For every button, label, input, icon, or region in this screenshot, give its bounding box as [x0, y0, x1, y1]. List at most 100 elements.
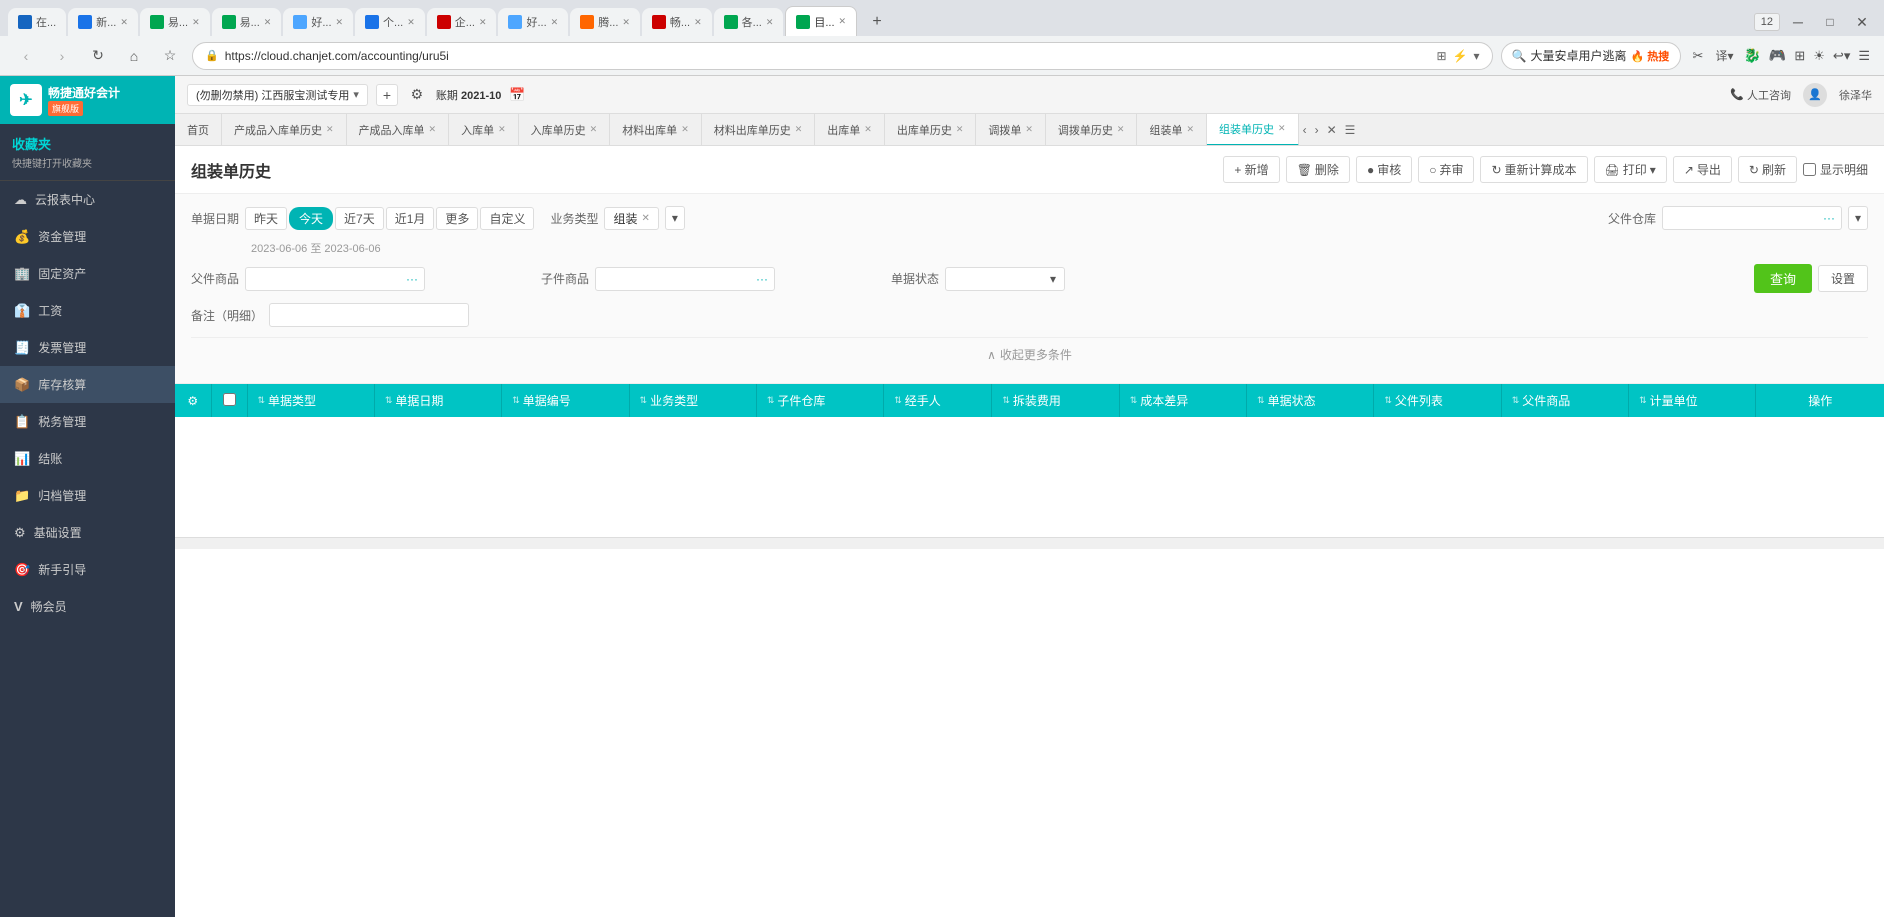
- th-parent-goods[interactable]: ⇅ 父件商品: [1501, 384, 1628, 417]
- delete-btn[interactable]: 🗑 删除: [1286, 156, 1350, 183]
- date-btn-more[interactable]: 更多: [436, 207, 478, 230]
- user-name[interactable]: 徐泽华: [1839, 87, 1872, 103]
- date-btn-custom[interactable]: 自定义: [480, 207, 534, 230]
- tab-close-5[interactable]: ✕: [681, 124, 689, 135]
- search-bar[interactable]: 🔍 大量安卓用户逃离 🔥 热搜: [1501, 42, 1681, 70]
- sidebar-item-close-account[interactable]: 📊 结账: [0, 440, 175, 477]
- tab-close-3[interactable]: ✕: [498, 124, 506, 135]
- parent-wh-ellipsis[interactable]: ···: [1823, 211, 1835, 225]
- new-tab-btn[interactable]: +: [863, 8, 891, 36]
- undo-icon[interactable]: ↩▾: [1831, 48, 1852, 64]
- print-btn[interactable]: 🖨 打印 ▾: [1594, 156, 1667, 183]
- recalculate-btn[interactable]: ↻ 重新计算成本: [1480, 156, 1587, 183]
- biz-type-tag-close[interactable]: ✕: [641, 213, 649, 224]
- tab-close-11[interactable]: ✕: [1186, 124, 1194, 135]
- tab-production-in-hist[interactable]: 产成品入库单历史✕: [222, 114, 347, 146]
- date-btn-1month[interactable]: 近1月: [386, 207, 435, 230]
- menu-icon[interactable]: ☰: [1856, 48, 1872, 64]
- sidebar-favorites[interactable]: 收藏夹 快捷键打开收藏夹: [0, 124, 175, 181]
- sidebar-item-settings[interactable]: ⚙ 基础设置: [0, 514, 175, 551]
- grid-icon[interactable]: ⊞: [1792, 48, 1807, 64]
- remark-input[interactable]: [269, 303, 469, 327]
- tab-assembly[interactable]: 组装单✕: [1137, 114, 1207, 146]
- calendar-icon[interactable]: 📅: [509, 87, 525, 103]
- status-select[interactable]: ▾: [945, 267, 1065, 291]
- th-unit[interactable]: ⇅ 计量单位: [1629, 384, 1756, 417]
- tab-in[interactable]: 入库单✕: [449, 114, 519, 146]
- forward-btn[interactable]: ›: [48, 42, 76, 70]
- help-btn[interactable]: 📞 人工咨询: [1730, 87, 1791, 103]
- tab-bar-next[interactable]: ›: [1311, 114, 1323, 146]
- tab-transfer[interactable]: 调拨单✕: [976, 114, 1046, 146]
- th-cost-diff[interactable]: ⇅ 成本差异: [1119, 384, 1246, 417]
- tab-production-in[interactable]: 产成品入库单✕: [347, 114, 450, 146]
- maximize-btn[interactable]: □: [1816, 8, 1844, 36]
- tab-close-4[interactable]: ✕: [590, 124, 598, 135]
- parent-goods-ellipsis[interactable]: ···: [406, 272, 418, 286]
- query-btn[interactable]: 查询: [1754, 264, 1812, 293]
- dropdown-icon[interactable]: ▾: [1474, 49, 1480, 63]
- date-btn-yesterday[interactable]: 昨天: [245, 207, 287, 230]
- new-btn[interactable]: + 新增: [1223, 156, 1279, 183]
- user-avatar[interactable]: 👤: [1803, 83, 1827, 107]
- tab-bar-menu[interactable]: ☰: [1341, 114, 1360, 146]
- parent-goods-input[interactable]: ···: [245, 267, 425, 291]
- tab-out-hist[interactable]: 出库单历史✕: [885, 114, 977, 146]
- th-order-date[interactable]: ⇅ 单据日期: [374, 384, 501, 417]
- home-btn[interactable]: ⌂: [120, 42, 148, 70]
- brightness-icon[interactable]: ☀: [1811, 48, 1827, 64]
- sidebar-item-reports[interactable]: ☁ 云报表中心: [0, 181, 175, 218]
- th-disassemble-cost[interactable]: ⇅ 拆装费用: [992, 384, 1119, 417]
- address-bar[interactable]: 🔒 https://cloud.chanjet.com/accounting/u…: [192, 42, 1493, 70]
- add-company-btn[interactable]: +: [376, 84, 398, 106]
- th-handler[interactable]: ⇅ 经手人: [884, 384, 992, 417]
- sidebar-item-archive[interactable]: 📁 归档管理: [0, 477, 175, 514]
- set-btn[interactable]: 设置: [1818, 265, 1868, 292]
- gear-btn[interactable]: ⚙: [406, 84, 428, 106]
- date-btn-today[interactable]: 今天: [289, 207, 333, 230]
- abandon-btn[interactable]: ○ 弃审: [1418, 156, 1474, 183]
- sidebar-item-tax[interactable]: 📋 税务管理: [0, 403, 175, 440]
- emoji-icon[interactable]: 🐉: [1741, 47, 1762, 64]
- date-btn-7days[interactable]: 近7天: [335, 207, 384, 230]
- tab-material-out-hist[interactable]: 材料出库单历史✕: [702, 114, 816, 146]
- tab-in-hist[interactable]: 入库单历史✕: [519, 114, 611, 146]
- tab-assembly-hist[interactable]: 组装单历史✕: [1207, 114, 1299, 146]
- sidebar-item-assets[interactable]: 🏢 固定资产: [0, 255, 175, 292]
- th-checkbox[interactable]: [211, 384, 247, 417]
- tab-close-all[interactable]: ✕: [1323, 114, 1341, 146]
- tab-close-1[interactable]: ✕: [326, 124, 334, 135]
- th-order-no[interactable]: ⇅ 单据编号: [502, 384, 629, 417]
- company-selector[interactable]: (勿删勿禁用) 江西服宝测试专用 ▾: [187, 84, 368, 106]
- tab-close-10[interactable]: ✕: [1117, 124, 1125, 135]
- sidebar-item-guide[interactable]: 🎯 新手引导: [0, 551, 175, 588]
- browser-tab-7[interactable]: 好... ✕: [498, 8, 568, 36]
- th-order-type[interactable]: ⇅ 单据类型: [247, 384, 374, 417]
- audit-btn[interactable]: ● 审核: [1356, 156, 1412, 183]
- tab-bar-prev[interactable]: ‹: [1299, 114, 1311, 146]
- th-settings[interactable]: ⚙: [175, 384, 211, 417]
- tab-close-9[interactable]: ✕: [1025, 124, 1033, 135]
- th-order-status[interactable]: ⇅ 单据状态: [1247, 384, 1374, 417]
- child-goods-input[interactable]: ···: [595, 267, 775, 291]
- export-btn[interactable]: ↗ 导出: [1673, 156, 1732, 183]
- tab-material-out[interactable]: 材料出库单✕: [610, 114, 702, 146]
- biz-type-dropdown[interactable]: ▾: [665, 206, 685, 230]
- show-detail-checkbox[interactable]: 显示明细: [1803, 161, 1868, 178]
- tab-close-12[interactable]: ✕: [1278, 123, 1286, 134]
- minimize-btn[interactable]: ─: [1784, 8, 1812, 36]
- back-btn[interactable]: ‹: [12, 42, 40, 70]
- translate-icon[interactable]: 译▾: [1711, 47, 1737, 64]
- tab-close-7[interactable]: ✕: [864, 124, 872, 135]
- tab-close-2[interactable]: ✕: [429, 124, 437, 135]
- tab-close-6[interactable]: ✕: [795, 124, 803, 135]
- sidebar-item-member[interactable]: V 畅会员: [0, 588, 175, 625]
- bottom-scroll[interactable]: [175, 537, 1884, 549]
- tab-out[interactable]: 出库单✕: [815, 114, 885, 146]
- tab-close-8[interactable]: ✕: [956, 124, 964, 135]
- sidebar-item-inventory[interactable]: 📦 库存核算: [0, 366, 175, 403]
- child-goods-ellipsis[interactable]: ···: [756, 272, 768, 286]
- browser-tab-active[interactable]: 目... ✕: [785, 6, 857, 36]
- close-btn[interactable]: ✕: [1848, 8, 1876, 36]
- parent-wh-input[interactable]: ···: [1662, 206, 1842, 230]
